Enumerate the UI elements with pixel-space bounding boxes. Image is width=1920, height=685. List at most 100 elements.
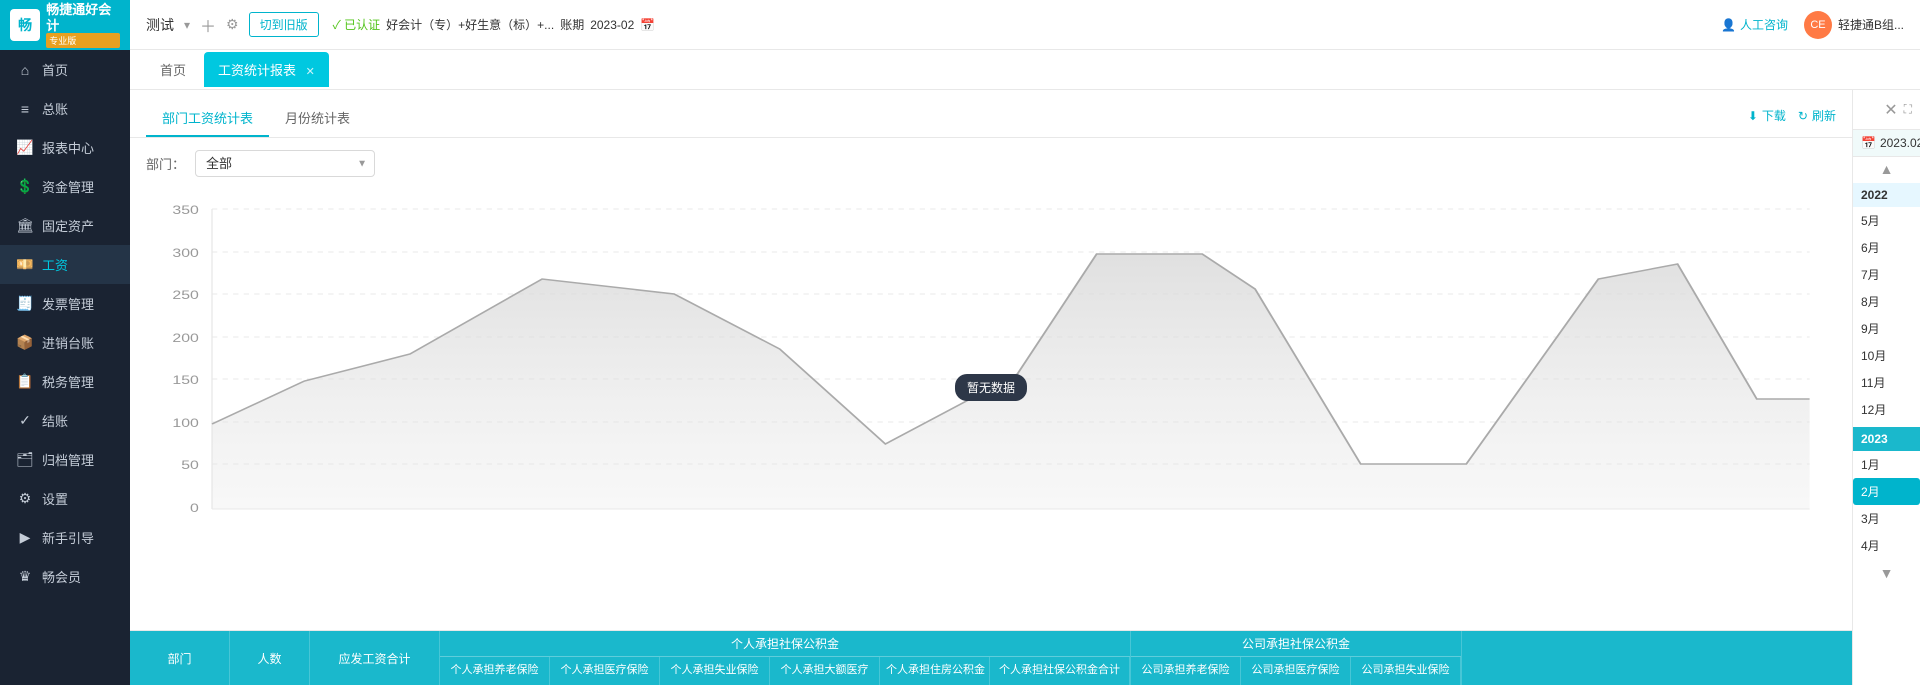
download-button[interactable]: ⬇ 下载 xyxy=(1748,107,1786,124)
svg-text:50: 50 xyxy=(181,458,199,472)
dept-filter-label: 部门： xyxy=(146,154,185,173)
tabbar: 首页 工资统计报表 ✕ xyxy=(130,50,1920,90)
sidebar-label-settlement: 结账 xyxy=(42,411,68,430)
sidebar-item-funds[interactable]: 💲 资金管理 xyxy=(0,167,130,206)
table-area: 部门 人数 应发工资合计 个人承担社保公积金 个人承担养老保险 个人承担医疗保险… xyxy=(130,630,1852,685)
th-total-salary: 应发工资合计 xyxy=(310,631,440,685)
month-2022-08[interactable]: 8月 xyxy=(1853,288,1920,315)
date-nav-up[interactable]: ▲ xyxy=(1853,157,1920,181)
topbar-badges: ✓ 已认证 好会计（专）+好生意（标）+... 账期 2023-02 📅 xyxy=(333,16,656,33)
user-menu[interactable]: CE 轻捷通B组... xyxy=(1804,11,1904,39)
sidebar-item-ledger[interactable]: ≡ 总账 xyxy=(0,89,130,128)
sidebar-label-reports: 报表中心 xyxy=(42,138,94,157)
date-picker: 📅 2023.02 ▲ 2022 5月 6月 7月 8月 9月 10月 11月 … xyxy=(1853,130,1920,685)
subtab-monthly[interactable]: 月份统计表 xyxy=(269,100,366,137)
sidebar-label-salary: 工资 xyxy=(42,255,68,274)
sidebar-item-reports[interactable]: 📈 报表中心 xyxy=(0,128,130,167)
sidebar-label-member: 畅会员 xyxy=(42,567,81,586)
sidebar-item-tax[interactable]: 📋 税务管理 xyxy=(0,362,130,401)
period-value: 2023-02 xyxy=(590,18,634,32)
sidebar-label-purchase: 进销台账 xyxy=(42,333,94,352)
month-2023-04[interactable]: 4月 xyxy=(1853,532,1920,559)
right-panel: ✕ ⛶ 📅 2023.02 ▲ 2022 5月 6月 7月 8月 9月 10月 xyxy=(1852,90,1920,685)
sidebar-item-home[interactable]: ⌂ 首页 xyxy=(0,50,130,89)
switch-old-version-button[interactable]: 切到旧版 xyxy=(249,12,319,37)
sidebar-item-salary[interactable]: 💴 工资 xyxy=(0,245,130,284)
invoice-icon: 🧾 xyxy=(16,295,34,312)
month-2022-09[interactable]: 9月 xyxy=(1853,315,1920,342)
logo-text: 畅捷通好会计 xyxy=(46,2,120,33)
svg-text:100: 100 xyxy=(172,416,199,430)
archive-icon: 🗂 xyxy=(16,451,34,468)
sidebar-label-invoice: 发票管理 xyxy=(42,294,94,313)
year-2022-label[interactable]: 2022 xyxy=(1853,183,1920,207)
th-personal-group-cols: 个人承担养老保险 个人承担医疗保险 个人承担失业保险 个人承担大额医疗 个人承担… xyxy=(440,657,1130,685)
date-nav-down[interactable]: ▼ xyxy=(1853,561,1920,585)
month-2022-11[interactable]: 11月 xyxy=(1853,369,1920,396)
sidebar-item-invoice[interactable]: 🧾 发票管理 xyxy=(0,284,130,323)
month-2023-03[interactable]: 3月 xyxy=(1853,505,1920,532)
sidebar-label-assets: 固定资产 xyxy=(42,216,94,235)
topbar-title: 测试 xyxy=(146,15,174,35)
month-2022-12[interactable]: 12月 xyxy=(1853,396,1920,423)
period-label: 账期 xyxy=(560,16,584,33)
tab-close-button[interactable]: ✕ xyxy=(306,66,315,78)
sidebar-item-settings[interactable]: ⚙ 设置 xyxy=(0,479,130,518)
panel-expand-button[interactable]: ⛶ xyxy=(1904,102,1912,117)
refresh-button[interactable]: ↻ 刷新 xyxy=(1798,107,1836,124)
sidebar-label-guide: 新手引导 xyxy=(42,528,94,547)
svg-text:0: 0 xyxy=(190,501,199,515)
th-company-medical: 公司承担医疗保险 xyxy=(1241,657,1351,685)
year-2022-group: 2022 5月 6月 7月 8月 9月 10月 11月 12月 xyxy=(1853,181,1920,425)
member-icon: ♛ xyxy=(16,568,34,585)
month-2022-10[interactable]: 10月 xyxy=(1853,342,1920,369)
month-2022-05[interactable]: 5月 xyxy=(1853,207,1920,234)
subtabs-actions: ⬇ 下载 ↻ 刷新 xyxy=(1748,107,1836,130)
th-personal-major-medical: 个人承担大额医疗 xyxy=(770,657,880,685)
topbar-dropdown-arrow[interactable]: ▾ xyxy=(184,18,190,32)
month-2023-02[interactable]: 2月 xyxy=(1853,478,1920,505)
dept-select[interactable]: 全部 xyxy=(195,150,375,177)
panel-close-button[interactable]: ✕ xyxy=(1884,100,1897,120)
topbar-right: 👤 人工咨询 CE 轻捷通B组... xyxy=(1721,11,1904,39)
salary-icon: 💴 xyxy=(16,256,34,273)
chart-tooltip: 暂无数据 xyxy=(955,374,1027,401)
calendar-icon[interactable]: 📅 xyxy=(640,18,655,32)
sidebar-item-settlement[interactable]: ✓ 结账 xyxy=(0,401,130,440)
filterbar: 部门： 全部 xyxy=(130,138,1852,189)
month-2022-07[interactable]: 7月 xyxy=(1853,261,1920,288)
guide-icon: ▶ xyxy=(16,529,34,546)
th-company-group-label: 公司承担社保公积金 xyxy=(1131,631,1461,657)
th-count: 人数 xyxy=(230,631,310,685)
sidebar-label-ledger: 总账 xyxy=(42,99,68,118)
tab-home[interactable]: 首页 xyxy=(146,52,200,87)
sidebar-item-archive[interactable]: 🗂 归档管理 xyxy=(0,440,130,479)
sidebar-item-member[interactable]: ♛ 畅会员 xyxy=(0,557,130,596)
th-company-group: 公司承担社保公积金 公司承担养老保险 公司承担医疗保险 公司承担失业保险 xyxy=(1131,631,1462,685)
topbar: 测试 ▾ ＋ ⚙ 切到旧版 ✓ 已认证 好会计（专）+好生意（标）+... 账期… xyxy=(130,0,1920,50)
year-2023-group: 2023 1月 2月 3月 4月 xyxy=(1853,425,1920,561)
topbar-settings-button[interactable]: ⚙ xyxy=(226,16,239,33)
main-area: 测试 ▾ ＋ ⚙ 切到旧版 ✓ 已认证 好会计（专）+好生意（标）+... 账期… xyxy=(130,0,1920,685)
subtab-dept[interactable]: 部门工资统计表 xyxy=(146,100,269,137)
year-2023-label[interactable]: 2023 xyxy=(1853,427,1920,451)
service-button[interactable]: 👤 人工咨询 xyxy=(1721,16,1788,33)
dept-select-wrap: 全部 xyxy=(195,150,375,177)
month-2023-01[interactable]: 1月 xyxy=(1853,451,1920,478)
month-2022-06[interactable]: 6月 xyxy=(1853,234,1920,261)
sidebar-item-assets[interactable]: 🏛 固定资产 xyxy=(0,206,130,245)
th-personal-unemployment: 个人承担失业保险 xyxy=(660,657,770,685)
sidebar-label-archive: 归档管理 xyxy=(42,450,94,469)
user-avatar: CE xyxy=(1804,11,1832,39)
sidebar-item-guide[interactable]: ▶ 新手引导 xyxy=(0,518,130,557)
th-personal-total: 个人承担社保公积金合计 xyxy=(990,657,1130,685)
product-badges: 好会计（专）+好生意（标）+... xyxy=(386,16,554,33)
th-personal-pension: 个人承担养老保险 xyxy=(440,657,550,685)
tab-salary-report[interactable]: 工资统计报表 ✕ xyxy=(204,52,329,87)
table-header: 部门 人数 应发工资合计 个人承担社保公积金 个人承担养老保险 个人承担医疗保险… xyxy=(130,631,1852,685)
funds-icon: 💲 xyxy=(16,178,34,195)
sidebar-item-purchase[interactable]: 📦 进销台账 xyxy=(0,323,130,362)
ledger-icon: ≡ xyxy=(16,101,34,117)
th-personal-medical: 个人承担医疗保险 xyxy=(550,657,660,685)
topbar-add-button[interactable]: ＋ xyxy=(200,13,216,37)
